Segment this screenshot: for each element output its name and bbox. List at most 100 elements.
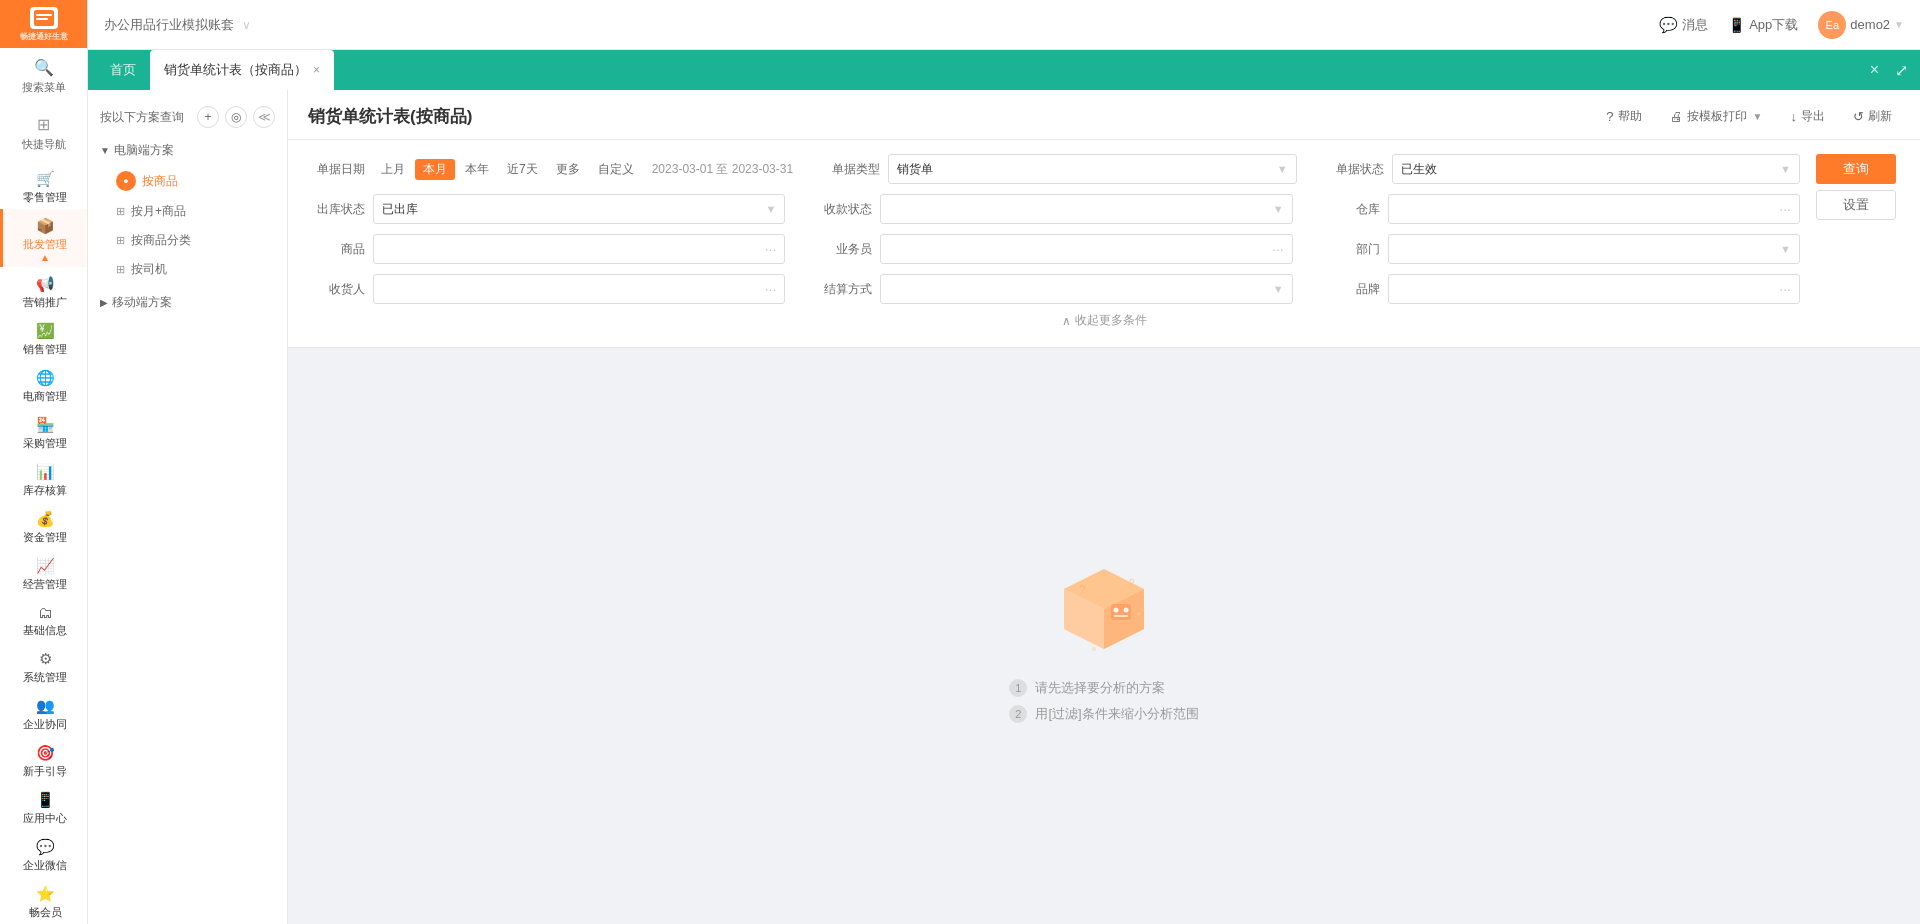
date-custom-btn[interactable]: 自定义 [590, 159, 642, 180]
doc-type-dropdown-icon: ▼ [1277, 163, 1288, 175]
receipt-status-select[interactable]: ▼ [880, 194, 1292, 224]
query-button[interactable]: 查询 [1816, 154, 1896, 184]
sidebar-item-wholesale[interactable]: 📦 批发管理 ▲ [0, 209, 87, 267]
salesperson-select[interactable]: ··· [880, 234, 1292, 264]
sidebar-search-label: 搜索菜单 [22, 80, 66, 95]
filter-row-1: 单据日期 上月 本月 本年 近7天 更多 自定义 2023-03-01 至 20… [308, 154, 1900, 304]
sidebar-item-purchase[interactable]: 🏪 采购管理 [0, 408, 87, 455]
active-badge: ● [116, 171, 136, 191]
empty-hint: 1 请先选择要分析的方案 2 用[过滤]条件来缩小分析范围 [1009, 679, 1198, 723]
scheme-item-goods[interactable]: ● 按商品 [88, 165, 287, 197]
app-download-btn[interactable]: 📱 App下载 [1728, 16, 1798, 34]
date-this-year-btn[interactable]: 本年 [457, 159, 497, 180]
svg-text:?: ? [1129, 578, 1135, 589]
doc-type-select[interactable]: 销货单 ▼ [888, 154, 1296, 184]
tab-home[interactable]: 首页 [96, 50, 150, 90]
message-btn[interactable]: 💬 消息 [1659, 16, 1708, 34]
sidebar-item-system[interactable]: ⚙ 系统管理 [0, 642, 87, 689]
out-status-select[interactable]: 已出库 ▼ [373, 194, 785, 224]
print-dropdown-icon: ▼ [1753, 111, 1763, 122]
date-this-month-btn[interactable]: 本月 [415, 159, 455, 180]
sidebar-item-wechat[interactable]: 💬 企业微信 [0, 830, 87, 877]
sidebar-item-baseinfo[interactable]: 🗂 基础信息 [0, 596, 87, 642]
sidebar-item-enterprise[interactable]: 👥 企业协同 [0, 689, 87, 736]
dept-select[interactable]: ▼ [1388, 234, 1800, 264]
dept-label: 部门 [1323, 241, 1388, 258]
scheme-item-category[interactable]: ⊞ 按商品分类 [88, 226, 287, 255]
warehouse-select[interactable]: ··· [1388, 194, 1800, 224]
desktop-section-header[interactable]: ▼ 电脑端方案 [88, 136, 287, 165]
settle-select[interactable]: ▼ [880, 274, 1292, 304]
sidebar-item-quicknav[interactable]: ⊞ 快捷导航 [0, 105, 87, 162]
refresh-btn[interactable]: ↺ 刷新 [1845, 104, 1900, 129]
top-header: 办公用品行业模拟账套 ∨ 💬 消息 📱 App下载 Ea demo2 ▼ [88, 0, 1920, 50]
settings-button[interactable]: 设置 [1816, 190, 1896, 220]
out-status-value: 已出库 [382, 201, 765, 218]
logo-icon [30, 7, 58, 29]
category-icon: ⊞ [116, 234, 125, 247]
sidebar-item-appcenter[interactable]: 📱 应用中心 [0, 783, 87, 830]
data-area: ? ? 1 请先选择要分析的方案 2 [288, 348, 1920, 924]
scheme-item-month-goods[interactable]: ⊞ 按月+商品 [88, 197, 287, 226]
sidebar-item-operations[interactable]: 📈 经营管理 [0, 549, 87, 596]
sidebar-item-inventory[interactable]: 📊 库存核算 [0, 455, 87, 502]
date-prev-month-btn[interactable]: 上月 [373, 159, 413, 180]
export-icon: ↓ [1791, 109, 1798, 124]
mobile-section-label: 移动端方案 [112, 294, 172, 311]
ecommerce-icon: 🌐 [36, 369, 55, 387]
tab-active[interactable]: 销货单统计表（按商品） × [150, 50, 334, 90]
sidebar-item-search[interactable]: 🔍 搜索菜单 [0, 48, 87, 105]
finance-label: 资金管理 [23, 530, 67, 545]
doc-status-select[interactable]: 已生效 ▼ [1392, 154, 1800, 184]
date-more-btn[interactable]: 更多 [548, 159, 588, 180]
brand-select[interactable]: ··· [1388, 274, 1800, 304]
baseinfo-icon: 🗂 [38, 604, 53, 621]
sidebar-item-marketing[interactable]: 📢 营销推广 [0, 267, 87, 314]
wholesale-label: 批发管理 [23, 237, 67, 252]
tab-close-icon[interactable]: × [313, 63, 320, 77]
export-btn[interactable]: ↓ 导出 [1783, 104, 1834, 129]
brand-dots-icon: ··· [1779, 281, 1791, 297]
scheme-category-label: 按商品分类 [131, 232, 191, 249]
collapse-panel-btn[interactable]: ≪ [253, 106, 275, 128]
sidebar-item-retail[interactable]: 🛒 零售管理 [0, 162, 87, 209]
inventory-icon: 📊 [36, 463, 55, 481]
salesperson-dots-icon: ··· [1272, 241, 1284, 257]
sidebar-item-sales[interactable]: 💹 销售管理 [0, 314, 87, 361]
mobile-section-header[interactable]: ▶ 移动端方案 [88, 288, 287, 317]
out-status-label: 出库状态 [308, 201, 373, 218]
sidebar-quicknav-label: 快捷导航 [22, 137, 66, 152]
goods-select[interactable]: ··· [373, 234, 785, 264]
sidebar-item-finance[interactable]: 💰 资金管理 [0, 502, 87, 549]
collapse-bar[interactable]: ∧ 收起更多条件 [308, 304, 1900, 333]
header-left: 办公用品行业模拟账套 ∨ [104, 16, 251, 34]
receiver-select[interactable]: ··· [373, 274, 785, 304]
month-goods-icon: ⊞ [116, 205, 125, 218]
user-profile[interactable]: Ea demo2 ▼ [1818, 11, 1904, 39]
section-arrow-icon: ▼ [100, 145, 110, 156]
sales-icon: 💹 [36, 322, 55, 340]
settings-scheme-btn[interactable]: ◎ [225, 106, 247, 128]
doc-type-label: 单据类型 [823, 161, 888, 178]
sidebar-item-ecommerce[interactable]: 🌐 电商管理 [0, 361, 87, 408]
settings-icon: ◎ [231, 110, 241, 124]
tab-maximize-btn[interactable]: ⤢ [1891, 57, 1912, 84]
add-icon: + [204, 110, 211, 124]
brand-label: 品牌 [1323, 281, 1388, 298]
breadcrumb-dropdown-icon[interactable]: ∨ [242, 18, 251, 32]
print-btn[interactable]: 🖨 按模板打印 ▼ [1662, 104, 1771, 129]
scheme-item-driver[interactable]: ⊞ 按司机 [88, 255, 287, 284]
sidebar-item-member[interactable]: ⭐ 畅会员 [0, 877, 87, 924]
tab-close-window-btn[interactable]: × [1866, 57, 1883, 83]
hint-num-2: 2 [1009, 705, 1027, 723]
svg-rect-1 [36, 14, 52, 16]
appcenter-icon: 📱 [36, 791, 55, 809]
date-7days-btn[interactable]: 近7天 [499, 159, 546, 180]
hint-text-1: 请先选择要分析的方案 [1035, 679, 1165, 697]
quicknav-icon: ⊞ [37, 115, 50, 134]
sidebar-item-guide[interactable]: 🎯 新手引导 [0, 736, 87, 783]
help-btn[interactable]: ? 帮助 [1598, 104, 1649, 129]
guide-icon: 🎯 [36, 744, 55, 762]
collapse-label: 收起更多条件 [1075, 312, 1147, 329]
add-scheme-btn[interactable]: + [197, 106, 219, 128]
